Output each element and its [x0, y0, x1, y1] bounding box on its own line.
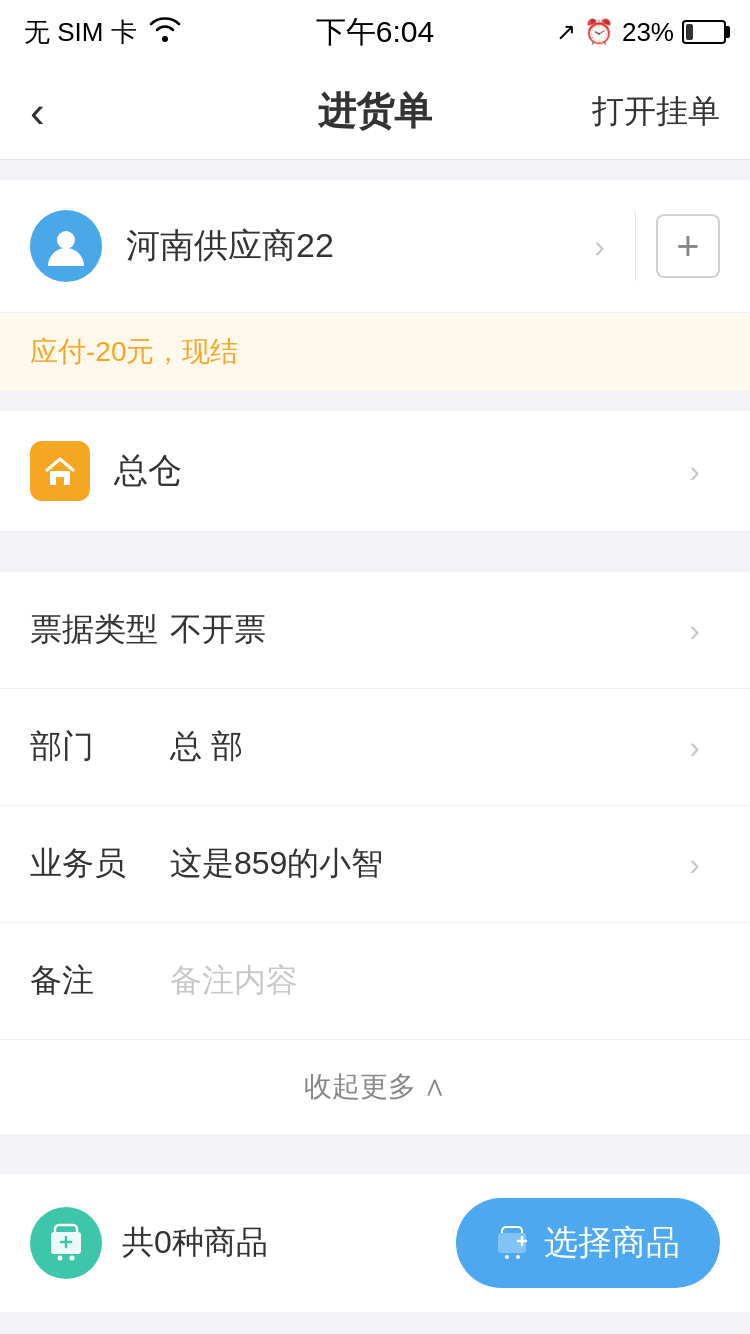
invoice-chevron: › [689, 612, 700, 649]
department-row[interactable]: 部门 总 部 › [0, 689, 750, 806]
cart-icon [45, 1222, 87, 1264]
collapse-bar[interactable]: 收起更多 ∧ [0, 1039, 750, 1134]
nav-bar: ‹ 进货单 打开挂单 [0, 64, 750, 160]
remark-input[interactable]: 备注内容 [170, 959, 720, 1003]
status-bar: 无 SIM 卡 下午6:04 ↗ ⏰ 23% [0, 0, 750, 64]
main-content: 河南供应商22 › + 应付-20元，现结 总仓 › [0, 160, 750, 1334]
department-label: 部门 [30, 725, 170, 769]
department-value: 总 部 [170, 725, 689, 769]
department-chevron: › [689, 729, 700, 766]
notice-bar: 应付-20元，现结 [0, 313, 750, 391]
supplier-divider [635, 211, 636, 281]
section-gap-3 [0, 552, 750, 572]
svg-point-5 [70, 1256, 75, 1261]
page-title: 进货单 [318, 86, 432, 137]
select-product-button[interactable]: 选择商品 [456, 1198, 720, 1288]
battery-icon [682, 20, 726, 44]
svg-point-0 [57, 231, 75, 249]
product-count-area: 共0种商品 [30, 1207, 268, 1279]
product-count-text: 共0种商品 [122, 1221, 268, 1265]
invoice-value: 不开票 [170, 608, 689, 652]
warehouse-name: 总仓 [114, 448, 689, 494]
status-bar-left: 无 SIM 卡 [24, 15, 183, 50]
supplier-card: 河南供应商22 › + 应付-20元，现结 [0, 180, 750, 391]
collapse-label: 收起更多 ∧ [304, 1071, 447, 1102]
warehouse-chevron: › [689, 453, 700, 490]
select-product-label: 选择商品 [544, 1220, 680, 1266]
add-supplier-button[interactable]: + [656, 214, 720, 278]
salesman-row[interactable]: 业务员 这是859的小智 › [0, 806, 750, 923]
supplier-name: 河南供应商22 [126, 223, 594, 269]
salesman-value: 这是859的小智 [170, 842, 689, 886]
carrier-text: 无 SIM 卡 [24, 15, 137, 50]
status-bar-time: 下午6:04 [316, 12, 434, 53]
battery-text: 23% [622, 17, 674, 48]
invoice-type-row[interactable]: 票据类型 不开票 › [0, 572, 750, 689]
svg-point-7 [505, 1255, 509, 1259]
form-section: 票据类型 不开票 › 部门 总 部 › 业务员 这是859的小智 › 备注 备注… [0, 552, 750, 1039]
warehouse-icon [30, 441, 90, 501]
status-bar-right: ↗ ⏰ 23% [556, 17, 726, 48]
location-icon: ↗ [556, 18, 576, 46]
salesman-label: 业务员 [30, 842, 170, 886]
supplier-avatar [30, 210, 102, 282]
open-pending-button[interactable]: 打开挂单 [592, 90, 720, 134]
alarm-icon: ⏰ [584, 18, 614, 46]
warehouse-row[interactable]: 总仓 › [0, 411, 750, 532]
svg-rect-2 [56, 477, 64, 485]
section-gap-4 [0, 1134, 750, 1154]
wifi-icon [147, 16, 183, 49]
warehouse-card: 总仓 › [0, 411, 750, 532]
svg-point-4 [58, 1256, 63, 1261]
section-gap-1 [0, 160, 750, 180]
remark-label: 备注 [30, 959, 170, 1003]
supplier-row[interactable]: 河南供应商22 › + [0, 180, 750, 313]
remark-row[interactable]: 备注 备注内容 [0, 923, 750, 1039]
supplier-chevron: › [594, 228, 605, 265]
invoice-label: 票据类型 [30, 608, 170, 652]
section-gap-2 [0, 391, 750, 411]
salesman-chevron: › [689, 846, 700, 883]
svg-point-8 [516, 1255, 520, 1259]
bottom-bar: 共0种商品 选择商品 [0, 1174, 750, 1312]
cart-icon-wrap [30, 1207, 102, 1279]
notice-text: 应付-20元，现结 [30, 336, 238, 367]
select-product-icon [496, 1225, 532, 1261]
back-button[interactable]: ‹ [30, 87, 45, 137]
